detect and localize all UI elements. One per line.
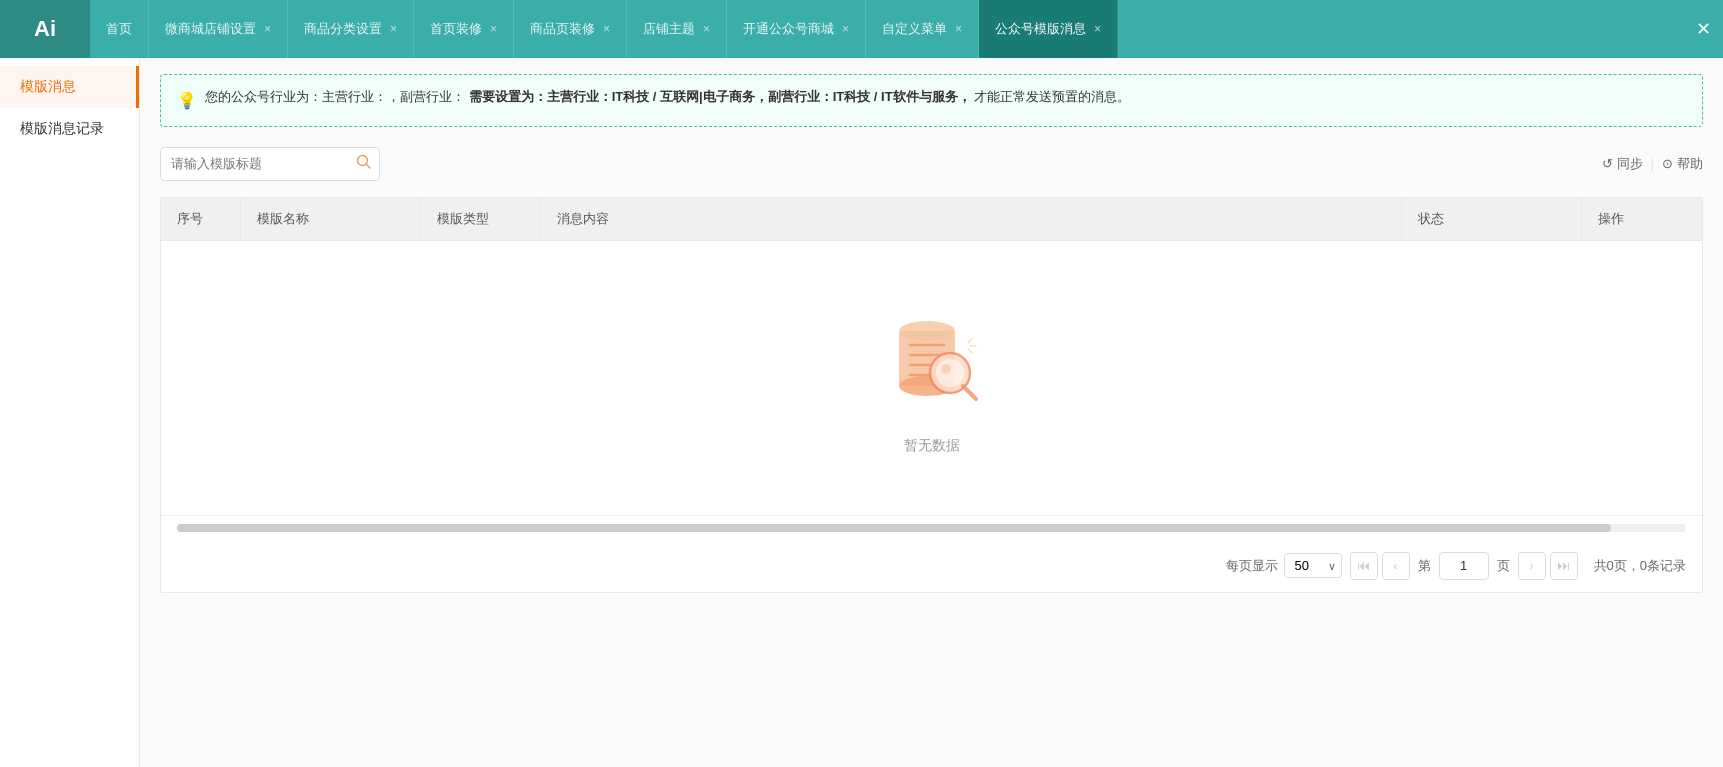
search-bar: ↺ 同步 | ⊙ 帮助: [160, 147, 1703, 181]
page-size-label: 每页显示: [1226, 557, 1278, 575]
app-logo: Ai: [0, 0, 90, 58]
page-label-after: 页: [1497, 557, 1510, 575]
scrollbar-thumb[interactable]: [177, 524, 1611, 532]
page-size-dropdown[interactable]: 10 20 50 100: [1284, 553, 1342, 578]
next-page-button[interactable]: ›: [1518, 552, 1546, 580]
close-tab-icon[interactable]: ×: [955, 22, 962, 36]
prev-page-button[interactable]: ‹: [1382, 552, 1410, 580]
main-layout: 模版消息 模版消息记录 💡 您的公众号行业为：主营行业：，副营行业： 需要设置为…: [0, 58, 1723, 767]
search-actions: ↺ 同步 | ⊙ 帮助: [1602, 155, 1703, 173]
empty-text: 暂无数据: [904, 437, 960, 455]
nav-tab-home[interactable]: 首页: [90, 0, 149, 58]
close-tab-icon[interactable]: ×: [490, 22, 497, 36]
column-header-content: 消息内容: [541, 198, 1402, 240]
close-all-tabs-button[interactable]: ✕: [1683, 0, 1723, 58]
notice-highlight: 需要设置为：主营行业：IT科技 / 互联网|电子商务，副营行业：IT科技 / I…: [469, 89, 971, 104]
search-button[interactable]: [356, 154, 372, 174]
refresh-icon: ↺: [1602, 156, 1613, 171]
nav-tab-category-settings[interactable]: 商品分类设置×: [288, 0, 414, 58]
column-header-name: 模版名称: [241, 198, 421, 240]
table-header: 序号 模版名称 模版类型 消息内容 状态 操作: [161, 198, 1702, 241]
page-label-before: 第: [1418, 557, 1431, 575]
close-tab-icon[interactable]: ×: [390, 22, 397, 36]
page-navigation: ⏮ ‹ 第 页 › ⏭: [1350, 552, 1578, 580]
content-area: 💡 您的公众号行业为：主营行业：，副营行业： 需要设置为：主营行业：IT科技 /…: [140, 58, 1723, 767]
nav-tab-home-decoration[interactable]: 首页装修×: [414, 0, 514, 58]
page-size-wrap: 10 20 50 100: [1284, 553, 1342, 578]
horizontal-scrollbar[interactable]: [161, 515, 1702, 540]
divider: |: [1651, 156, 1654, 171]
close-tab-icon[interactable]: ×: [703, 22, 710, 36]
page-total: 共0页，0条记录: [1594, 557, 1686, 575]
close-tab-icon[interactable]: ×: [264, 22, 271, 36]
sidebar: 模版消息 模版消息记录: [0, 58, 140, 767]
svg-point-10: [936, 359, 964, 387]
scrollbar-track: [177, 524, 1686, 532]
svg-line-13: [968, 339, 972, 343]
close-tab-icon[interactable]: ×: [603, 22, 610, 36]
sidebar-item-template-msg[interactable]: 模版消息: [0, 66, 139, 108]
sync-button[interactable]: ↺ 同步: [1602, 155, 1643, 173]
search-input-wrap: [160, 147, 380, 181]
column-header-type: 模版类型: [421, 198, 541, 240]
column-header-index: 序号: [161, 198, 241, 240]
nav-tab-open-mall[interactable]: 开通公众号商城×: [727, 0, 866, 58]
nav-tab-product-decoration[interactable]: 商品页装修×: [514, 0, 627, 58]
last-page-button[interactable]: ⏭: [1550, 552, 1578, 580]
close-tab-icon[interactable]: ×: [1094, 22, 1101, 36]
nav-tabs: 首页微商城店铺设置×商品分类设置×首页装修×商品页装修×店铺主题×开通公众号商城…: [90, 0, 1683, 58]
nav-tab-shop-theme[interactable]: 店铺主题×: [627, 0, 727, 58]
empty-illustration: [872, 301, 992, 421]
column-header-status: 状态: [1402, 198, 1582, 240]
close-tab-icon[interactable]: ×: [842, 22, 849, 36]
page-size-select: 每页显示 10 20 50 100: [1226, 553, 1342, 578]
nav-tab-template-msg[interactable]: 公众号模版消息×: [979, 0, 1118, 58]
sidebar-item-template-msg-log[interactable]: 模版消息记录: [0, 108, 139, 150]
data-table: 序号 模版名称 模版类型 消息内容 状态 操作: [160, 197, 1703, 593]
notice-text: 您的公众号行业为：主营行业：，副营行业： 需要设置为：主营行业：IT科技 / 互…: [205, 87, 1130, 108]
notice-banner: 💡 您的公众号行业为：主营行业：，副营行业： 需要设置为：主营行业：IT科技 /…: [160, 74, 1703, 127]
nav-tab-custom-menu[interactable]: 自定义菜单×: [866, 0, 979, 58]
pagination: 每页显示 10 20 50 100 ⏮ ‹ 第 页: [161, 540, 1702, 592]
svg-line-15: [968, 349, 972, 353]
first-page-button[interactable]: ⏮: [1350, 552, 1378, 580]
svg-point-12: [941, 364, 951, 374]
search-input[interactable]: [160, 147, 380, 181]
svg-line-11: [963, 386, 976, 399]
nav-tab-shop-settings[interactable]: 微商城店铺设置×: [149, 0, 288, 58]
notice-icon: 💡: [177, 88, 197, 114]
help-button[interactable]: ⊙ 帮助: [1662, 155, 1703, 173]
svg-line-1: [367, 164, 371, 168]
top-nav: Ai 首页微商城店铺设置×商品分类设置×首页装修×商品页装修×店铺主题×开通公众…: [0, 0, 1723, 58]
current-page-input[interactable]: [1439, 552, 1489, 580]
help-icon: ⊙: [1662, 156, 1673, 171]
column-header-action: 操作: [1582, 198, 1702, 240]
empty-state: 暂无数据: [161, 241, 1702, 515]
